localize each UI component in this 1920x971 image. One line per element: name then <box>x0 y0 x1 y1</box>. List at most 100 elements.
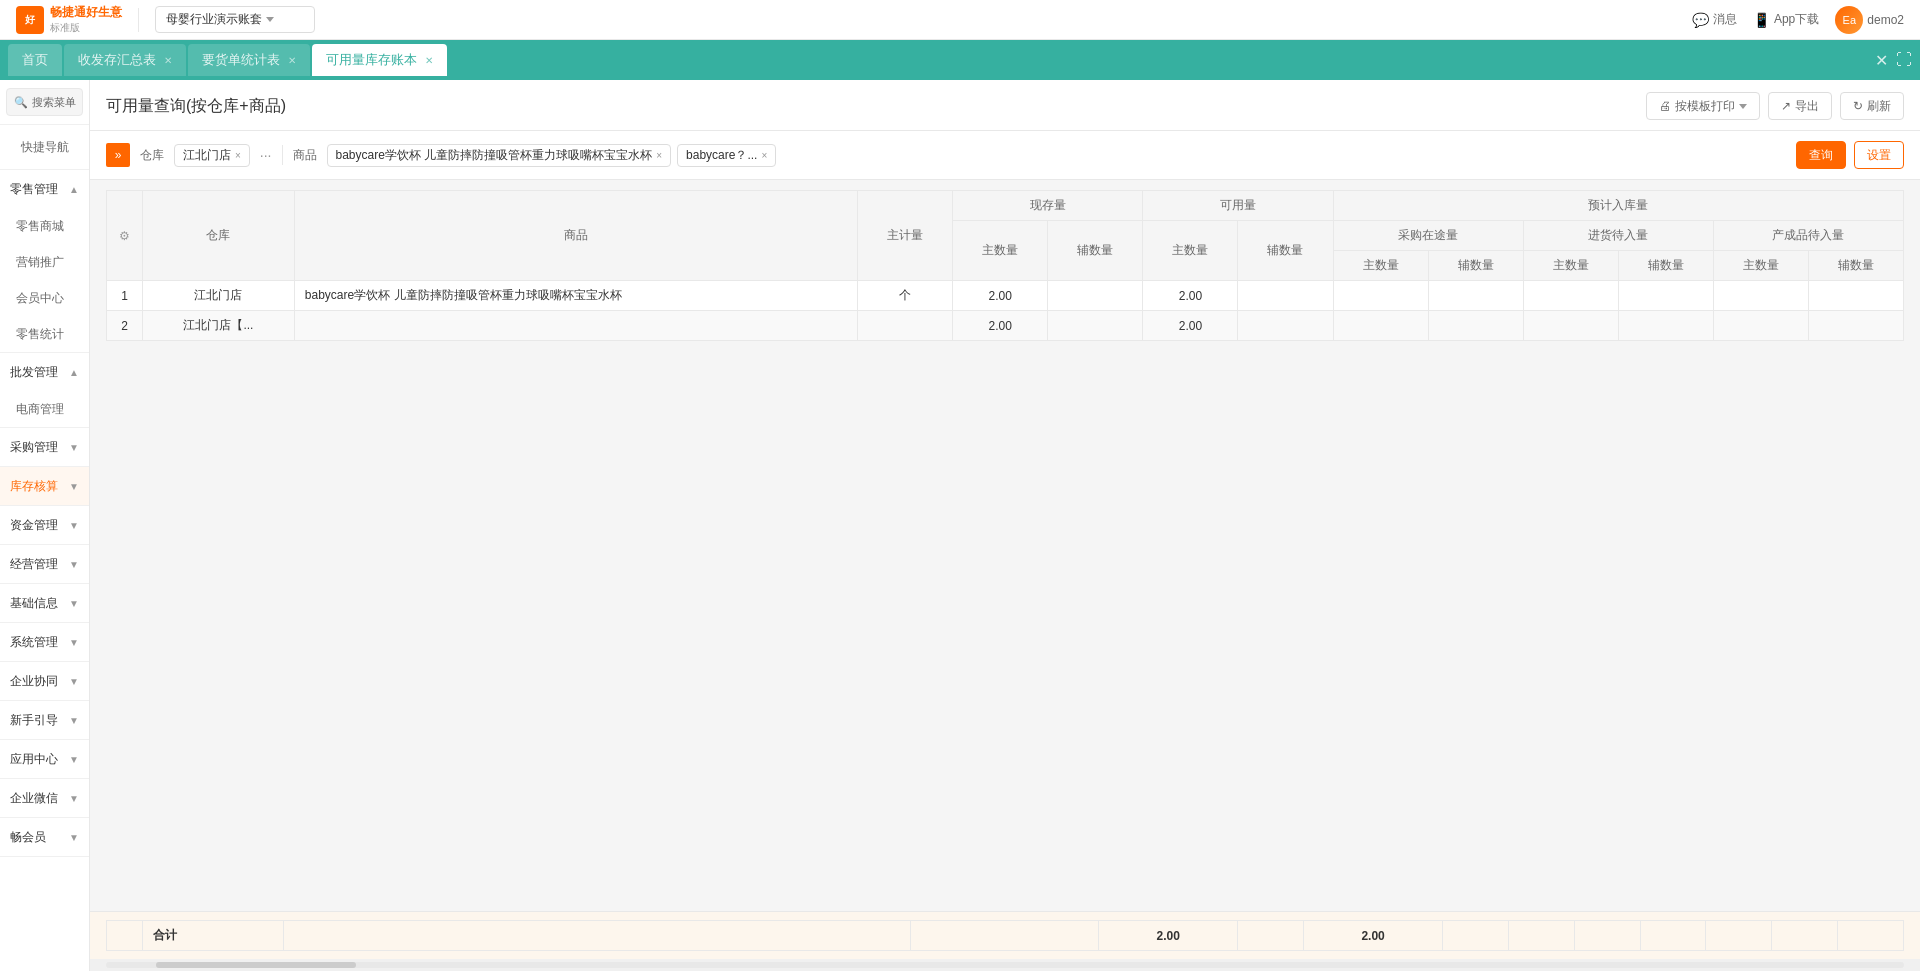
cell-stock-aux-2 <box>1048 311 1143 341</box>
operations-label: 经营管理 <box>10 556 58 573</box>
purchase-arrow: ▼ <box>69 442 79 453</box>
top-bar-right: 💬 消息 📱 App下载 Ea demo2 <box>1692 6 1904 34</box>
product-tag-1-close[interactable]: × <box>656 150 662 161</box>
sidebar-group-wechat: 企业微信 ▼ <box>0 779 89 818</box>
query-btn[interactable]: 查询 <box>1796 141 1846 169</box>
base-arrow: ▼ <box>69 598 79 609</box>
sidebar-group-collab-header[interactable]: 企业协同 ▼ <box>0 662 89 700</box>
app-icon: 📱 <box>1753 12 1770 28</box>
app-download-label: App下载 <box>1774 11 1819 28</box>
product-tag-2-close[interactable]: × <box>761 150 767 161</box>
th-stock-aux: 辅数量 <box>1048 221 1143 281</box>
cell-stock-main-1: 2.00 <box>953 281 1048 311</box>
cell-avail-main-2: 2.00 <box>1143 311 1238 341</box>
collab-label: 企业协同 <box>10 673 58 690</box>
sidebar-group-base-header[interactable]: 基础信息 ▼ <box>0 584 89 622</box>
close-window-icon[interactable]: ✕ <box>1875 51 1888 70</box>
sidebar-group-changhui-header[interactable]: 畅会员 ▼ <box>0 818 89 856</box>
sidebar-group-guide-header[interactable]: 新手引导 ▼ <box>0 701 89 739</box>
tab-available-stock-close[interactable]: ✕ <box>425 55 433 66</box>
warehouse-more-btn[interactable]: ··· <box>260 147 272 163</box>
tab-order-stats[interactable]: 要货单统计表 ✕ <box>188 44 310 76</box>
setting-btn[interactable]: 设置 <box>1854 141 1904 169</box>
sidebar-group-inventory: 库存核算 ▼ <box>0 467 89 506</box>
sidebar-item-marketing[interactable]: 营销推广 <box>0 244 89 280</box>
table-row: 2 江北门店【... 2.00 2.00 <box>107 311 1904 341</box>
product-tag-2-text: babycare？... <box>686 147 757 164</box>
tab-receipts[interactable]: 收发存汇总表 ✕ <box>64 44 186 76</box>
gear-icon[interactable]: ⚙ <box>119 229 130 243</box>
logo-area: 好 畅捷通好生意 标准版 <box>16 4 122 35</box>
sidebar-item-quicknav[interactable]: 快捷导航 <box>0 129 89 165</box>
sidebar-group-operations-header[interactable]: 经营管理 ▼ <box>0 545 89 583</box>
filter-expand-btn[interactable]: » <box>106 143 130 167</box>
retail-label: 零售管理 <box>10 181 58 198</box>
export-btn[interactable]: ↗ 导出 <box>1768 92 1832 120</box>
warehouse-tag-close[interactable]: × <box>235 150 241 161</box>
sidebar-group-retail-header[interactable]: 零售管理 ▲ <box>0 170 89 208</box>
message-btn[interactable]: 💬 消息 <box>1692 11 1737 28</box>
cell-inc-aux-2 <box>1618 311 1713 341</box>
sidebar-group-purchase-header[interactable]: 采购管理 ▼ <box>0 428 89 466</box>
scroll-track <box>106 962 1904 968</box>
sidebar: 🔍 搜索菜单 快捷导航 零售管理 ▲ 零售商城 营销推广 会员中心 零售统计 批… <box>0 80 90 971</box>
cell-avail-main-1: 2.00 <box>1143 281 1238 311</box>
product-tag-1-text: babycare学饮杯 儿童防摔防撞吸管杯重力球吸嘴杯宝宝水杯 <box>336 147 653 164</box>
th-main-unit: 主计量 <box>858 191 953 281</box>
sidebar-group-appcenter-header[interactable]: 应用中心 ▼ <box>0 740 89 778</box>
sidebar-item-retail-mall[interactable]: 零售商城 <box>0 208 89 244</box>
sidebar-group-inventory-header[interactable]: 库存核算 ▼ <box>0 467 89 505</box>
th-pur-main: 主数量 <box>1333 251 1428 281</box>
changhui-label: 畅会员 <box>10 829 46 846</box>
username: demo2 <box>1867 13 1904 27</box>
user-profile[interactable]: Ea demo2 <box>1835 6 1904 34</box>
sidebar-group-system: 系统管理 ▼ <box>0 623 89 662</box>
sidebar-item-ecommerce[interactable]: 电商管理 <box>0 391 89 427</box>
cell-prod-main-1 <box>1713 281 1808 311</box>
horizontal-scrollbar[interactable] <box>90 959 1920 971</box>
logo-icon: 好 <box>16 6 44 34</box>
footer-stock-main: 2.00 <box>1099 921 1238 951</box>
industry-selector[interactable]: 母婴行业演示账套 <box>155 6 315 33</box>
sidebar-group-finance-header[interactable]: 资金管理 ▼ <box>0 506 89 544</box>
data-table: ⚙ 仓库 商品 主计量 现存量 可用量 预计入库量 主数量 辅数量 主数量 辅数… <box>106 190 1904 341</box>
sidebar-search-btn[interactable]: 🔍 搜索菜单 <box>6 88 83 116</box>
sidebar-group-system-header[interactable]: 系统管理 ▼ <box>0 623 89 661</box>
footer-avail-main: 2.00 <box>1304 921 1443 951</box>
appcenter-arrow: ▼ <box>69 754 79 765</box>
tab-order-stats-close[interactable]: ✕ <box>288 55 296 66</box>
scroll-thumb[interactable] <box>156 962 356 968</box>
chevron-down-icon <box>266 17 274 22</box>
collab-arrow: ▼ <box>69 676 79 687</box>
top-bar: 好 畅捷通好生意 标准版 母婴行业演示账套 💬 消息 📱 App下载 Ea de… <box>0 0 1920 40</box>
app-subtext: 标准版 <box>50 21 122 35</box>
app-download-btn[interactable]: 📱 App下载 <box>1753 11 1819 28</box>
maximize-icon[interactable]: ⛶ <box>1896 51 1912 69</box>
warehouse-tag: 江北门店 × <box>174 144 250 167</box>
tab-home[interactable]: 首页 <box>8 44 62 76</box>
tab-receipts-close[interactable]: ✕ <box>164 55 172 66</box>
sidebar-group-wechat-header[interactable]: 企业微信 ▼ <box>0 779 89 817</box>
cell-index-2: 2 <box>107 311 143 341</box>
product-filter-label: 商品 <box>293 147 317 164</box>
system-arrow: ▼ <box>69 637 79 648</box>
tab-available-stock[interactable]: 可用量库存账本 ✕ <box>312 44 447 76</box>
sidebar-item-member[interactable]: 会员中心 <box>0 280 89 316</box>
th-inc-aux: 辅数量 <box>1618 251 1713 281</box>
print-template-btn[interactable]: 🖨 按模板打印 <box>1646 92 1760 120</box>
cell-avail-aux-2 <box>1238 311 1333 341</box>
cell-pur-aux-1 <box>1428 281 1523 311</box>
cell-index-1: 1 <box>107 281 143 311</box>
main-layout: 🔍 搜索菜单 快捷导航 零售管理 ▲ 零售商城 营销推广 会员中心 零售统计 批… <box>0 80 1920 971</box>
changhui-arrow: ▼ <box>69 832 79 843</box>
th-stock-main: 主数量 <box>953 221 1048 281</box>
sidebar-group-guide: 新手引导 ▼ <box>0 701 89 740</box>
sidebar-item-retail-stats[interactable]: 零售统计 <box>0 316 89 352</box>
search-label: 搜索菜单 <box>32 95 76 110</box>
refresh-btn[interactable]: ↻ 刷新 <box>1840 92 1904 120</box>
message-icon: 💬 <box>1692 12 1709 28</box>
cell-pur-main-1 <box>1333 281 1428 311</box>
cell-pur-aux-2 <box>1428 311 1523 341</box>
cell-prod-aux-1 <box>1808 281 1903 311</box>
sidebar-group-wholesale-header[interactable]: 批发管理 ▲ <box>0 353 89 391</box>
